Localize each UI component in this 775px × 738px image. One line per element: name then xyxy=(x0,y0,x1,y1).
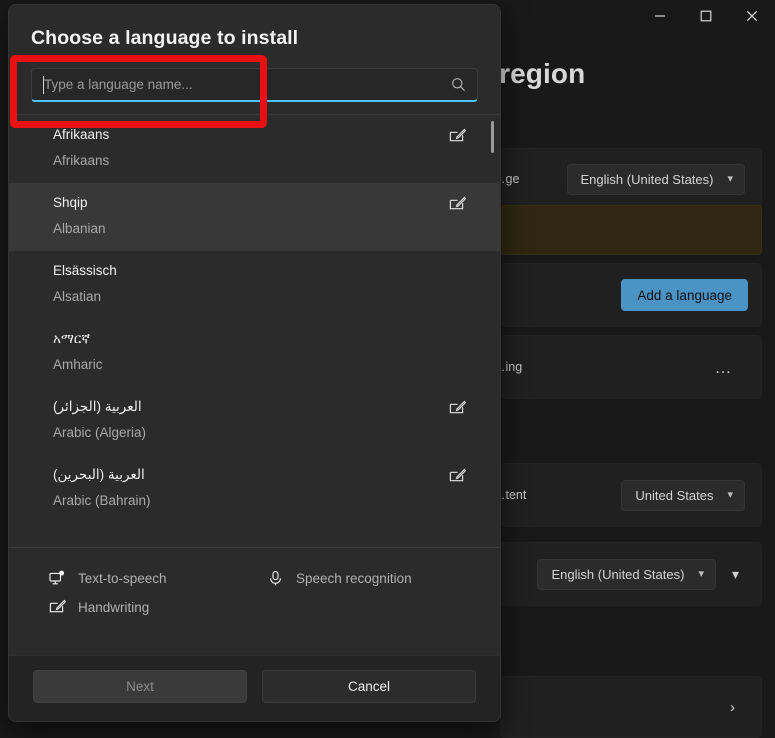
display-language-value: English (United States) xyxy=(581,172,714,187)
handwriting-icon xyxy=(49,599,66,616)
microphone-icon xyxy=(267,570,284,587)
capabilities-row-1: Text-to-speech Speech recognition xyxy=(9,564,500,593)
capability-label: Handwriting xyxy=(78,600,149,615)
minimize-icon xyxy=(654,10,666,22)
language-english-name: Amharic xyxy=(53,354,454,376)
card-administrative-settings[interactable]: › xyxy=(500,676,762,738)
list-scrollbar[interactable] xyxy=(491,121,494,153)
chevron-right-icon: › xyxy=(730,699,735,716)
search-input[interactable] xyxy=(32,77,477,92)
minimize-button[interactable] xyxy=(637,0,683,32)
dialog-title: Choose a language to install xyxy=(31,27,500,50)
text-caret xyxy=(43,76,44,94)
close-button[interactable] xyxy=(729,0,775,32)
handwriting-icon xyxy=(449,128,466,150)
handwriting-icon xyxy=(449,196,466,218)
handwriting-icon xyxy=(449,468,466,490)
language-native-name: አማርኛ xyxy=(53,328,454,350)
capabilities-row-2: Handwriting xyxy=(9,593,500,622)
language-english-name: Alsatian xyxy=(53,286,454,308)
capability-handwriting: Handwriting xyxy=(9,593,149,622)
country-dropdown[interactable]: United States ▾ xyxy=(621,480,745,511)
language-list-item[interactable]: አማርኛ Amharic xyxy=(9,319,500,387)
language-list-item[interactable]: العربية (الجزائر) Arabic (Algeria) xyxy=(9,387,500,455)
cancel-button[interactable]: Cancel xyxy=(262,670,476,703)
chevron-down-icon: ▾ xyxy=(698,569,704,580)
card-spelling: …ing … xyxy=(500,335,762,399)
language-list-item[interactable]: Elsässisch Alsatian xyxy=(9,251,500,319)
language-list-item[interactable]: Afrikaans Afrikaans xyxy=(9,115,500,183)
next-button[interactable]: Next xyxy=(33,670,247,703)
display-language-dropdown[interactable]: English (United States) ▾ xyxy=(567,164,745,195)
capability-label: Text-to-speech xyxy=(78,571,167,586)
regional-format-value: English (United States) xyxy=(551,567,684,582)
language-english-name: Afrikaans xyxy=(53,150,454,172)
chevron-down-icon: ▾ xyxy=(727,174,733,185)
search-icon[interactable] xyxy=(451,77,466,92)
info-banner xyxy=(500,205,762,255)
language-list-item[interactable]: Shqip Albanian xyxy=(9,183,500,251)
language-native-name: Shqip xyxy=(53,192,454,214)
language-native-name: العربية (الجزائر) xyxy=(53,396,454,418)
chevron-down-icon: ▾ xyxy=(727,490,733,501)
capabilities-legend: Text-to-speech Speech recognition xyxy=(9,547,500,655)
card-preferred-languages: Add a language xyxy=(500,263,762,327)
dialog-footer: Next Cancel xyxy=(9,655,500,721)
close-icon xyxy=(746,10,758,22)
capability-text-to-speech: Text-to-speech xyxy=(9,564,227,593)
language-english-name: Albanian xyxy=(53,218,454,240)
maximize-button[interactable] xyxy=(683,0,729,32)
language-list-item[interactable]: العربية (البحرين) Arabic (Bahrain) xyxy=(9,455,500,523)
search-box[interactable] xyxy=(31,68,478,102)
text-to-speech-icon xyxy=(49,570,66,587)
choose-language-dialog: Choose a language to install AfrikaansAf… xyxy=(8,4,501,722)
language-english-name: Arabic (Bahrain) xyxy=(53,490,454,512)
card-display-language: …ge English (United States) ▾ xyxy=(500,148,762,210)
card-country-or-region: …tent United States ▾ xyxy=(500,463,762,527)
language-native-name: Afrikaans xyxy=(53,124,454,146)
maximize-icon xyxy=(700,10,712,22)
language-native-name: Elsässisch xyxy=(53,260,454,282)
country-value: United States xyxy=(635,488,713,503)
handwriting-icon xyxy=(449,400,466,422)
search-area xyxy=(9,50,500,114)
card-regional-format: English (United States) ▾ ▾ xyxy=(500,542,762,606)
regional-format-dropdown[interactable]: English (United States) ▾ xyxy=(537,559,715,590)
language-list[interactable]: Afrikaans Afrikaans Shqip Albanian Elsässisc… xyxy=(9,114,500,547)
capability-speech-recognition: Speech recognition xyxy=(227,564,412,593)
expand-chevron-down-icon[interactable]: ▾ xyxy=(732,566,739,583)
more-options-icon[interactable]: … xyxy=(715,359,734,376)
capability-label: Speech recognition xyxy=(296,571,412,586)
language-native-name: العربية (البحرين) xyxy=(53,464,454,486)
add-a-language-button[interactable]: Add a language xyxy=(621,279,748,311)
language-english-name: Arabic (Algeria) xyxy=(53,422,454,444)
